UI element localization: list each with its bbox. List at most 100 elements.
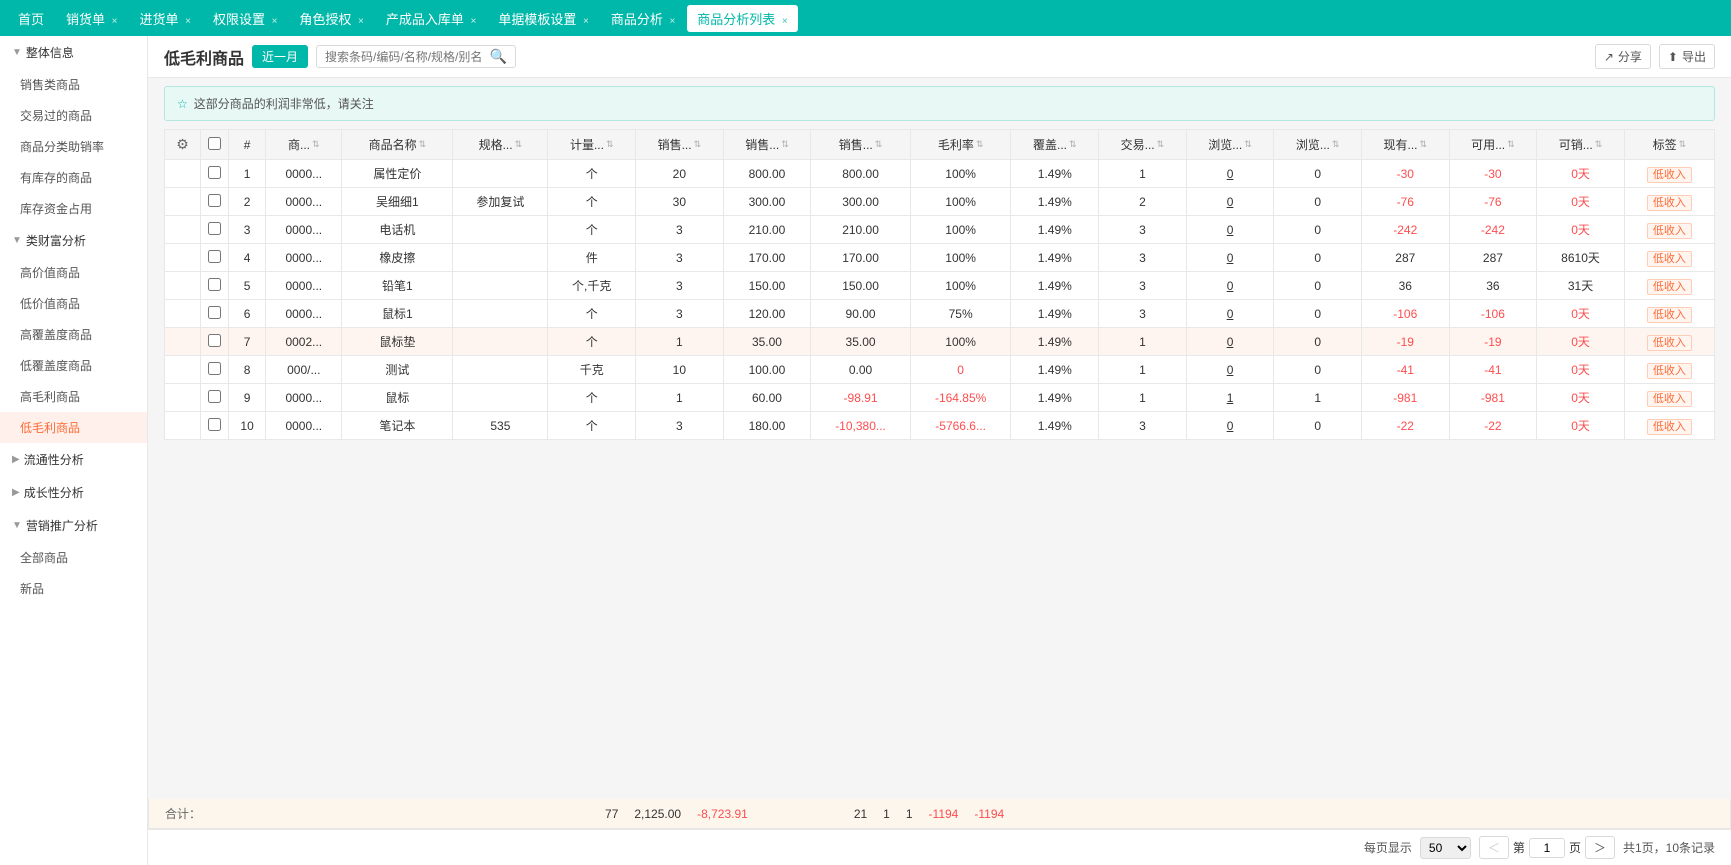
nav-sales[interactable]: 销货单 × [56,5,127,32]
row-checkbox[interactable] [208,278,221,291]
sidebar-item-all-products[interactable]: 全部商品 [0,542,147,573]
nav-template[interactable]: 单据模板设置 × [488,5,598,32]
nav-close-analysis[interactable]: × [669,16,675,27]
col-tag[interactable]: 标签⇅ [1624,130,1714,160]
nav-close-permissions[interactable]: × [272,16,278,27]
nav-close-sales[interactable]: × [112,16,118,27]
row-checkbox-cell[interactable] [200,300,228,328]
nav-close-template[interactable]: × [583,16,589,27]
sidebar-item-high-margin[interactable]: 高毛利商品 [0,381,147,412]
search-icon[interactable]: 🔍 [490,48,507,65]
sidebar-item-high-coverage[interactable]: 高覆盖度商品 [0,319,147,350]
nav-close-product-entry[interactable]: × [471,16,477,27]
nav-purchase[interactable]: 进货单 × [129,5,200,32]
row-browse1[interactable]: 0 [1186,160,1274,188]
sidebar-item-low-value[interactable]: 低价值商品 [0,288,147,319]
row-checkbox-cell[interactable] [200,216,228,244]
nav-home[interactable]: 首页 [8,5,54,32]
row-checkbox[interactable] [208,194,221,207]
row-checkbox[interactable] [208,418,221,431]
row-checkbox[interactable] [208,334,221,347]
row-browse1[interactable]: 0 [1186,216,1274,244]
sidebar-group-overall[interactable]: ▼ 整体信息 [0,36,147,69]
col-trade[interactable]: 交易...⇅ [1099,130,1187,160]
row-browse1[interactable]: 1 [1186,384,1274,412]
nav-permissions[interactable]: 权限设置 × [203,5,287,32]
col-sales-price[interactable]: 销售...⇅ [723,130,811,160]
row-browse1[interactable]: 0 [1186,272,1274,300]
nav-close-roles[interactable]: × [358,16,364,27]
page-size-select[interactable]: 50 100 200 [1420,837,1471,859]
nav-close-analysis-list[interactable]: × [782,16,788,27]
sidebar-item-low-margin[interactable]: 低毛利商品 [0,412,147,443]
export-button[interactable]: ⬆ 导出 [1659,44,1715,69]
row-checkbox[interactable] [208,166,221,179]
col-browse2[interactable]: 浏览...⇅ [1274,130,1362,160]
row-checkbox-cell[interactable] [200,160,228,188]
row-checkbox-cell[interactable] [200,272,228,300]
row-checkbox-cell[interactable] [200,188,228,216]
sidebar-item-new-products[interactable]: 新品 [0,573,147,604]
col-settings[interactable]: ⚙ [165,130,201,160]
row-checkbox[interactable] [208,222,221,235]
row-checkbox-cell[interactable] [200,356,228,384]
date-filter-button[interactable]: 近一月 [252,45,308,68]
col-checkbox[interactable] [200,130,228,160]
prev-page-button[interactable]: ＜ [1479,836,1509,859]
col-current[interactable]: 现有...⇅ [1361,130,1449,160]
col-name[interactable]: 商品名称⇅ [342,130,453,160]
row-browse1[interactable]: 0 [1186,244,1274,272]
row-browse1[interactable]: 0 [1186,188,1274,216]
row-checkbox-cell[interactable] [200,412,228,440]
nav-close-purchase[interactable]: × [185,16,191,27]
table-container[interactable]: ⚙ # 商...⇅ 商品名称⇅ 规格...⇅ 计量...⇅ 销售...⇅ 销售.… [164,129,1715,799]
sidebar-item-low-coverage[interactable]: 低覆盖度商品 [0,350,147,381]
settings-icon[interactable]: ⚙ [176,136,189,152]
sidebar-group-marketing[interactable]: ▼ 营销推广分析 [0,509,147,542]
sidebar-group-circulation[interactable]: ▶ 流通性分析 [0,443,147,476]
row-checkbox[interactable] [208,250,221,263]
sidebar-item-capital[interactable]: 库存资金占用 [0,193,147,224]
tag-badge: 低收入 [1647,251,1692,267]
row-browse1[interactable]: 0 [1186,356,1274,384]
next-page-button[interactable]: ＞ [1585,836,1615,859]
row-trade: 1 [1099,356,1187,384]
row-trade: 3 [1099,216,1187,244]
sidebar-item-high-value[interactable]: 高价值商品 [0,257,147,288]
nav-roles[interactable]: 角色授权 × [289,5,373,32]
search-input[interactable] [325,50,490,64]
col-sales-qty[interactable]: 销售...⇅ [636,130,724,160]
col-browse1[interactable]: 浏览...⇅ [1186,130,1274,160]
sidebar-item-traded-products[interactable]: 交易过的商品 [0,100,147,131]
nav-analysis[interactable]: 商品分析 × [601,5,685,32]
share-button[interactable]: ↗ 分享 [1595,44,1651,69]
sidebar-item-inventory-products[interactable]: 有库存的商品 [0,162,147,193]
row-checkbox-cell[interactable] [200,384,228,412]
col-spec[interactable]: 规格...⇅ [453,130,548,160]
row-browse1[interactable]: 0 [1186,328,1274,356]
row-checkbox[interactable] [208,306,221,319]
select-all-checkbox[interactable] [208,137,221,150]
row-sales-profit: -98.91 [811,384,911,412]
col-coverage[interactable]: 覆盖...⇅ [1011,130,1099,160]
row-browse1[interactable]: 0 [1186,412,1274,440]
row-checkbox-cell[interactable] [200,328,228,356]
page-number-input[interactable] [1529,838,1565,858]
row-checkbox[interactable] [208,390,221,403]
footer-sales-profit: -8,723.91 [697,807,748,821]
row-checkbox[interactable] [208,362,221,375]
col-code[interactable]: 商...⇅ [266,130,342,160]
col-sales-profit[interactable]: 销售...⇅ [811,130,911,160]
col-unit[interactable]: 计量...⇅ [548,130,636,160]
sidebar-group-growth[interactable]: ▶ 成长性分析 [0,476,147,509]
col-gross-rate[interactable]: 毛利率⇅ [910,130,1011,160]
col-available[interactable]: 可用...⇅ [1449,130,1537,160]
nav-analysis-list[interactable]: 商品分析列表 × [687,5,797,32]
col-saleable[interactable]: 可销...⇅ [1537,130,1625,160]
row-browse1[interactable]: 0 [1186,300,1274,328]
sidebar-item-category-rate[interactable]: 商品分类助销率 [0,131,147,162]
sidebar-group-wealth[interactable]: ▼ 类财富分析 [0,224,147,257]
nav-product-entry[interactable]: 产成品入库单 × [376,5,486,32]
sidebar-item-sales-products[interactable]: 销售类商品 [0,69,147,100]
row-checkbox-cell[interactable] [200,244,228,272]
